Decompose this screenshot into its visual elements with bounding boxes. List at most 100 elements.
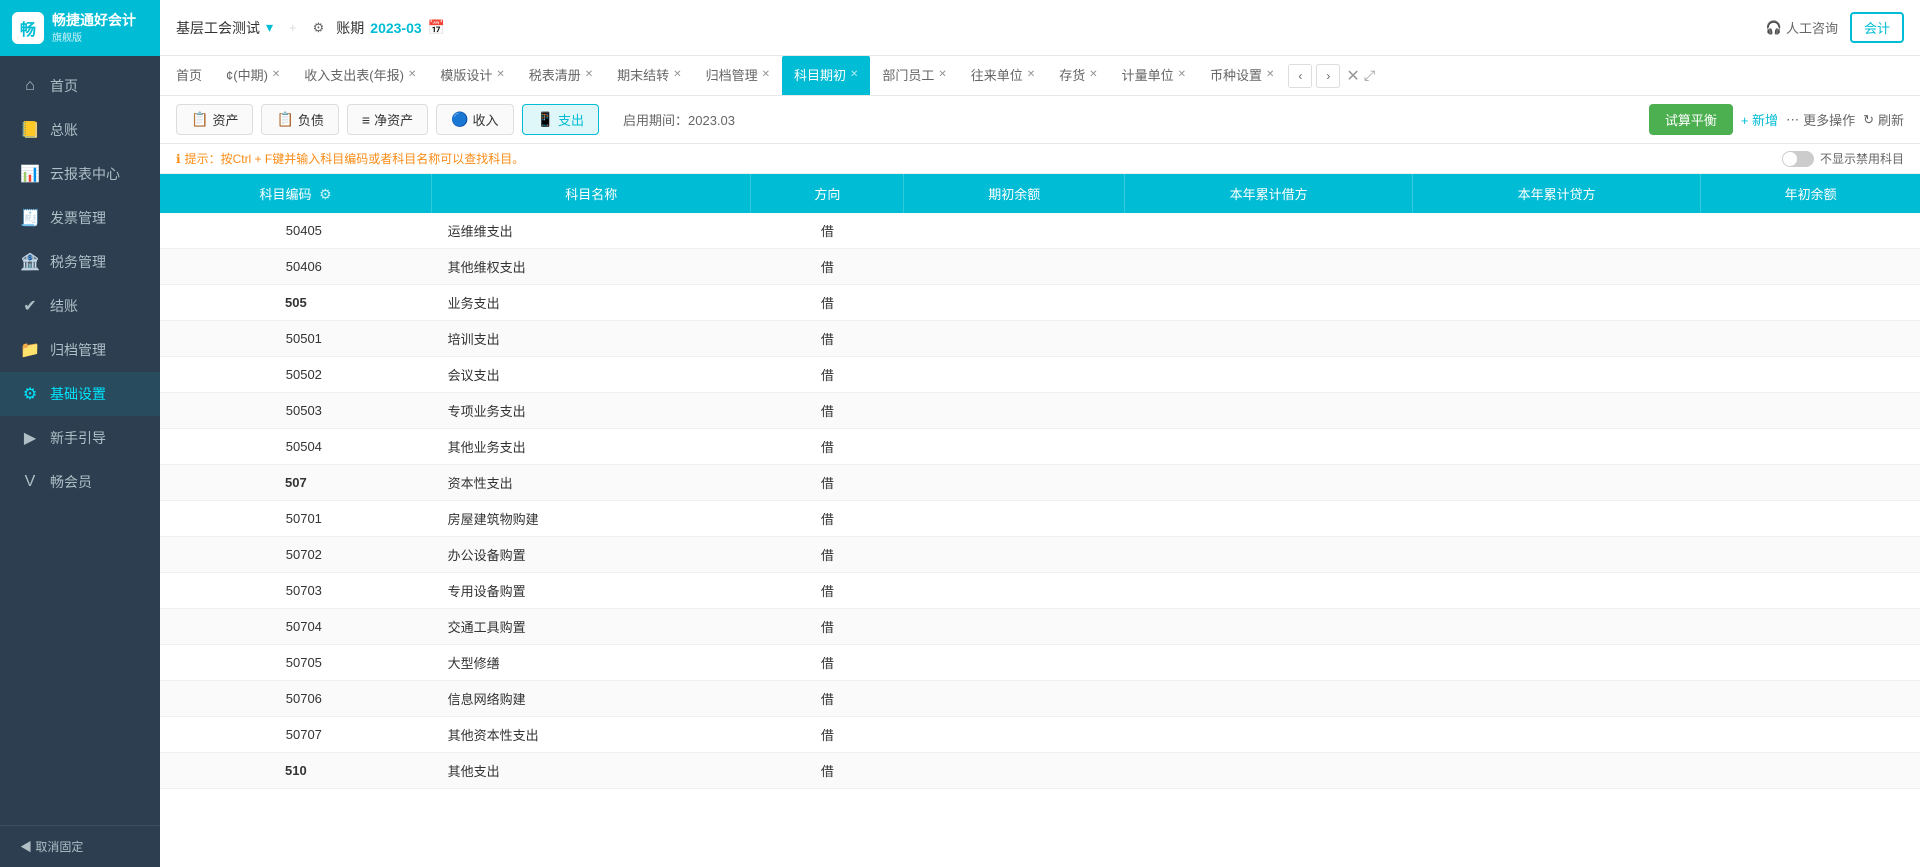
sidebar-item-vip[interactable]: V 畅会员	[0, 460, 160, 504]
balance-btn[interactable]: 试算平衡	[1649, 104, 1733, 135]
tab-tax[interactable]: 税表清册 ✕	[517, 56, 605, 96]
sidebar-logo: 畅 畅捷通好会计 旗舰版	[0, 0, 160, 56]
tab-next-btn[interactable]: ›	[1316, 64, 1340, 88]
refresh-label: 刷新	[1878, 110, 1904, 129]
tab-close-icon[interactable]: ✕	[1178, 69, 1186, 80]
tab-close-icon[interactable]: ✕	[1027, 69, 1035, 80]
service-btn[interactable]: 🎧 人工咨询	[1766, 18, 1838, 37]
tab-close-icon[interactable]: ✕	[850, 69, 858, 80]
table-row[interactable]: 50707 其他资本性支出 借	[160, 717, 1920, 753]
cell-ytd-debit	[1125, 249, 1413, 285]
sidebar-item-archive[interactable]: 📁 归档管理	[0, 328, 160, 372]
add-btn[interactable]: + 新增	[1741, 110, 1778, 129]
table-row[interactable]: 50406 其他维权支出 借	[160, 249, 1920, 285]
cell-year-opening	[1701, 285, 1920, 321]
table-row[interactable]: 50705 大型修缮 借	[160, 645, 1920, 681]
tab-currency[interactable]: 币种设置 ✕	[1198, 56, 1286, 96]
table-row[interactable]: 50701 房屋建筑物购建 借	[160, 501, 1920, 537]
table-row[interactable]: 50706 信息网络购建 借	[160, 681, 1920, 717]
cell-year-opening	[1701, 465, 1920, 501]
table-row[interactable]: 50704 交通工具购置 借	[160, 609, 1920, 645]
cat-tab-net-asset[interactable]: ≡ 净资产	[347, 104, 428, 135]
tab-prev-btn[interactable]: ‹	[1288, 64, 1312, 88]
tab-template[interactable]: 模版设计 ✕	[428, 56, 516, 96]
table-row[interactable]: 510 其他支出 借	[160, 753, 1920, 789]
cat-tab-liability[interactable]: 📋 负债	[261, 104, 338, 135]
tab-close-icon[interactable]: ✕	[938, 69, 946, 80]
col-settings-icon[interactable]: ⚙	[319, 186, 332, 202]
cell-code: 50405	[160, 213, 432, 249]
sidebar-item-guide[interactable]: ▶ 新手引导	[0, 416, 160, 460]
table-row[interactable]: 50502 会议支出 借	[160, 357, 1920, 393]
cat-tab-asset[interactable]: 📋 资产	[176, 104, 253, 135]
tab-close-icon[interactable]: ✕	[1266, 69, 1274, 80]
tab-partners[interactable]: 往来单位 ✕	[959, 56, 1047, 96]
tab-department[interactable]: 部门员工 ✕	[870, 56, 958, 96]
subjects-table: 科目编码 ⚙ 科目名称 方向 期初余额 本年累计借方 本年累计贷方 年初余额 5…	[160, 174, 1920, 789]
sidebar-item-checkout[interactable]: ✔ 结账	[0, 284, 160, 328]
cell-year-opening	[1701, 429, 1920, 465]
tab-close-icon[interactable]: ✕	[408, 69, 416, 80]
cell-opening-balance	[904, 645, 1125, 681]
tab-expand-btn[interactable]: ⤢	[1364, 67, 1375, 84]
disabled-toggle[interactable]: 不显示禁用科目	[1782, 150, 1904, 167]
table-row[interactable]: 50504 其他业务支出 借	[160, 429, 1920, 465]
refresh-btn[interactable]: ↻ 刷新	[1863, 110, 1904, 129]
cell-ytd-credit	[1413, 321, 1701, 357]
sidebar-item-settings[interactable]: ⚙ 基础设置	[0, 372, 160, 416]
sidebar-collapse-btn[interactable]: ◀ 取消固定	[0, 825, 160, 867]
sidebar-item-label: 总账	[50, 120, 78, 140]
cat-tab-label: 收入	[473, 110, 499, 129]
tab-period[interactable]: ¢(中期) ✕	[214, 56, 292, 96]
sidebar-item-tax[interactable]: 🏦 税务管理	[0, 240, 160, 284]
table-row[interactable]: 50501 培训支出 借	[160, 321, 1920, 357]
table-row[interactable]: 50702 办公设备购置 借	[160, 537, 1920, 573]
tab-label: 收入支出表(年报)	[304, 65, 404, 84]
cell-name: 交通工具购置	[432, 609, 751, 645]
tab-inventory[interactable]: 存货 ✕	[1047, 56, 1109, 96]
tab-subject-period[interactable]: 科目期初 ✕	[782, 56, 870, 96]
calendar-icon[interactable]: 📅	[428, 19, 445, 36]
sidebar-item-reports[interactable]: 📊 云报表中心	[0, 152, 160, 196]
table-row[interactable]: 50503 专项业务支出 借	[160, 393, 1920, 429]
topbar: 基层工会测试 ▾ + ⚙ 账期 2023-03 📅 🎧 人工咨询 会计	[160, 0, 1920, 56]
cell-opening-balance	[904, 249, 1125, 285]
company-selector[interactable]: 基层工会测试 ▾	[176, 18, 273, 38]
tab-close-icon[interactable]: ✕	[496, 69, 504, 80]
tab-close-icon[interactable]: ✕	[673, 69, 681, 80]
tab-close-icon[interactable]: ✕	[1089, 69, 1097, 80]
tab-income[interactable]: 收入支出表(年报) ✕	[292, 56, 428, 96]
tab-home[interactable]: 首页	[164, 56, 214, 96]
tab-archive[interactable]: 归档管理 ✕	[694, 56, 782, 96]
tab-close-all-btn[interactable]: ✕	[1346, 66, 1359, 86]
cat-tab-income[interactable]: 🔵 收入	[436, 104, 513, 135]
sidebar-item-ledger[interactable]: 📒 总账	[0, 108, 160, 152]
sidebar-item-home[interactable]: ⌂ 首页	[0, 64, 160, 108]
toggle-switch[interactable]	[1782, 151, 1814, 167]
tab-close-icon[interactable]: ✕	[762, 69, 770, 80]
cell-name: 业务支出	[432, 285, 751, 321]
cat-tab-expense[interactable]: 📱 支出	[522, 104, 599, 135]
tab-close-icon[interactable]: ✕	[585, 69, 593, 80]
cell-code: 510	[160, 753, 432, 789]
settings-gear-icon[interactable]: ⚙	[313, 20, 325, 36]
tab-period-end[interactable]: 期末结转 ✕	[605, 56, 693, 96]
table-header-row: 科目编码 ⚙ 科目名称 方向 期初余额 本年累计借方 本年累计贷方 年初余额	[160, 174, 1920, 213]
table-row[interactable]: 505 业务支出 借	[160, 285, 1920, 321]
home-icon: ⌂	[20, 77, 40, 95]
col-ytd-credit: 本年累计贷方	[1413, 174, 1701, 213]
cell-year-opening	[1701, 321, 1920, 357]
tab-close-icon[interactable]: ✕	[272, 69, 280, 80]
table-row[interactable]: 50703 专用设备购置 借	[160, 573, 1920, 609]
period-label: 账期	[336, 18, 364, 38]
table-row[interactable]: 507 资本性支出 借	[160, 465, 1920, 501]
table-row[interactable]: 50405 运维维支出 借	[160, 213, 1920, 249]
sidebar-item-invoice[interactable]: 🧾 发票管理	[0, 196, 160, 240]
col-direction: 方向	[751, 174, 904, 213]
more-btn[interactable]: ⋯ 更多操作	[1786, 110, 1855, 129]
cell-code: 50707	[160, 717, 432, 753]
account-btn[interactable]: 会计	[1850, 12, 1904, 43]
tab-measure[interactable]: 计量单位 ✕	[1110, 56, 1198, 96]
cell-direction: 借	[751, 717, 904, 753]
category-tabs: 📋 资产 📋 负债 ≡ 净资产 🔵 收入 📱 支出 启用期间：2023.03 试	[160, 96, 1920, 144]
